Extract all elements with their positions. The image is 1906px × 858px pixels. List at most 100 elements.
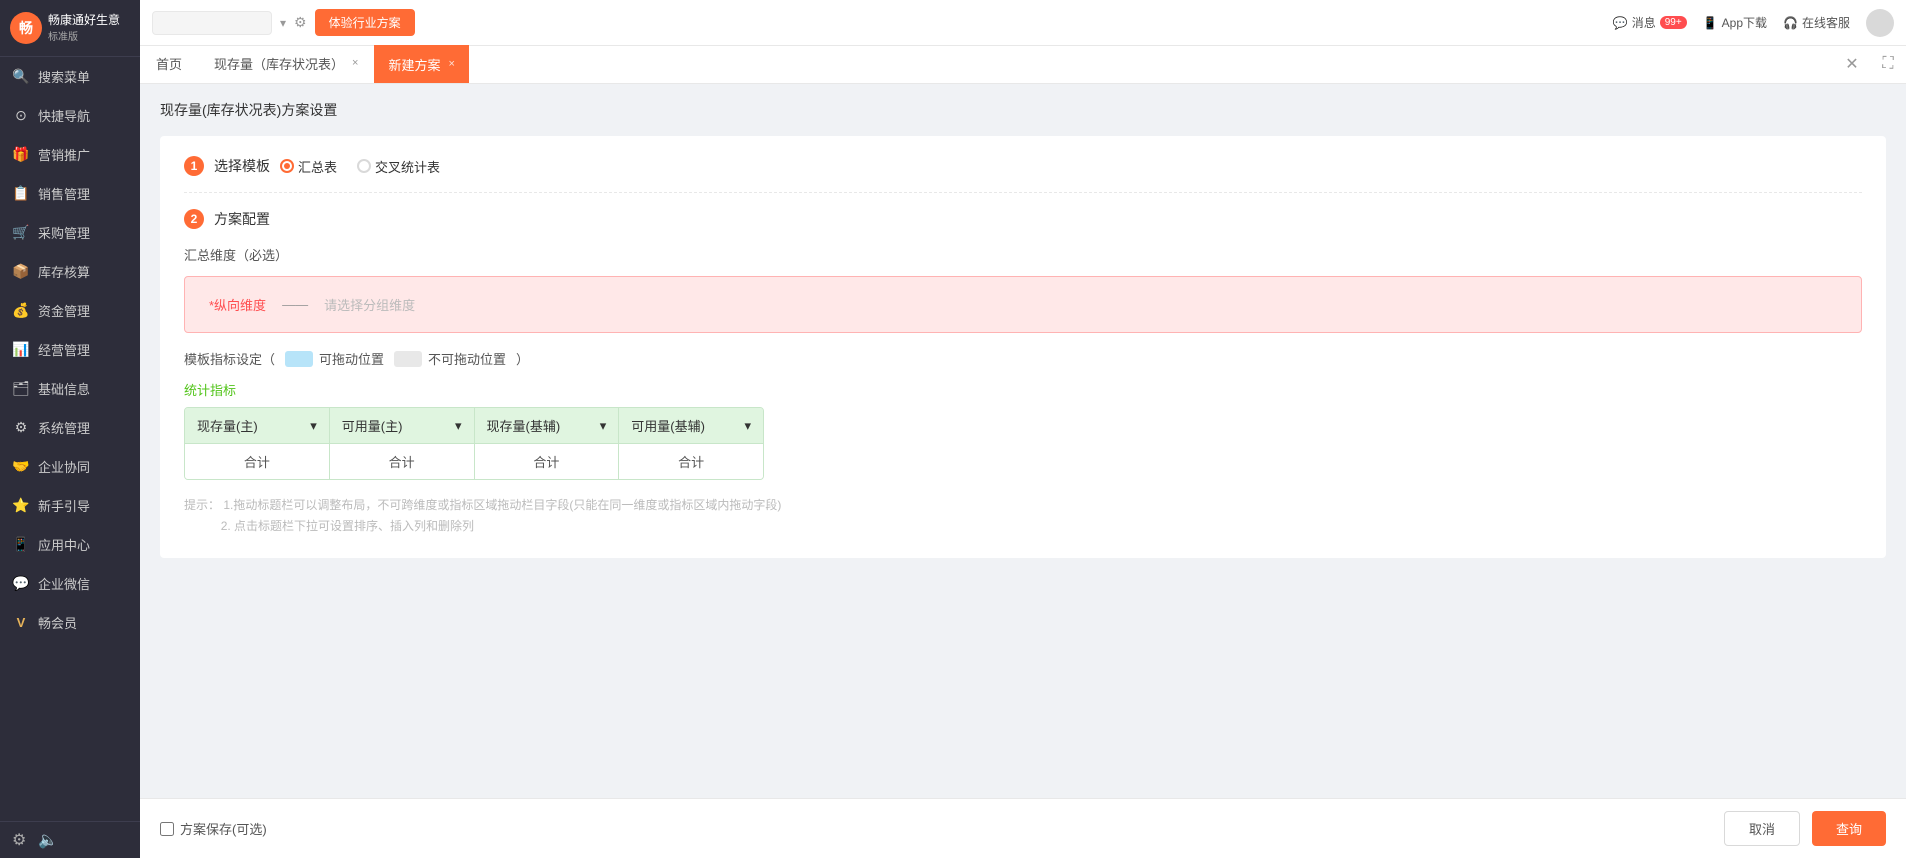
message-badge: 99+ [1660, 16, 1687, 29]
stats-col-1: 可用量(主) ▾ 合计 [330, 408, 475, 479]
save-checkbox[interactable] [160, 822, 174, 836]
sales-icon: 📋 [12, 185, 30, 203]
tab-new-scheme-close[interactable]: × [448, 58, 454, 70]
sidebar-item-operations[interactable]: 📊 经营管理 [0, 330, 140, 369]
template-settings-label: 模板指标设定（ [184, 349, 275, 368]
stats-col-3-body: 合计 [619, 444, 763, 479]
marketing-icon: 🎁 [12, 146, 30, 164]
main-content: ▾ ⚙ 体验行业方案 💬 消息 99+ 📱 App下载 🎧 在线客服 首页 [140, 0, 1906, 858]
app-download-btn[interactable]: 📱 App下载 [1703, 14, 1767, 31]
col-2-dropdown-icon[interactable]: ▾ [600, 418, 607, 434]
message-btn[interactable]: 💬 消息 99+ [1613, 14, 1687, 31]
online-service-btn[interactable]: 🎧 在线客服 [1783, 14, 1850, 31]
stats-table-header: 现存量(主) ▾ 合计 可用量(主) ▾ 合计 [185, 408, 763, 479]
sidebar-search[interactable]: 🔍 搜索菜单 [0, 57, 140, 96]
radio-summary[interactable]: 汇总表 [280, 157, 337, 176]
tab-inventory-status[interactable]: 现存量（库存状况表） × [198, 45, 374, 83]
stats-col-3-header[interactable]: 可用量(基辅) ▾ [619, 408, 763, 444]
purchase-icon: 🛒 [12, 224, 30, 242]
col-1-dropdown-icon[interactable]: ▾ [455, 418, 462, 434]
tab-new-scheme[interactable]: 新建方案 × [374, 45, 468, 83]
tabs-bar: 首页 现存量（库存状况表） × 新建方案 × ✕ ⛶ [140, 46, 1906, 84]
cancel-button[interactable]: 取消 [1724, 811, 1800, 846]
sidebar: 畅 畅康通好生意 标准版 🔍 搜索菜单 ⊙ 快捷导航 🎁 营销推广 📋 销售管理… [0, 0, 140, 858]
topbar-right: 💬 消息 99+ 📱 App下载 🎧 在线客服 [1613, 9, 1894, 37]
step2-badge: 2 [184, 209, 204, 229]
sidebar-nav: 🔍 搜索菜单 ⊙ 快捷导航 🎁 营销推广 📋 销售管理 🛒 采购管理 📦 库存核… [0, 57, 140, 821]
sidebar-item-inventory[interactable]: 📦 库存核算 [0, 252, 140, 291]
stats-col-3: 可用量(基辅) ▾ 合计 [619, 408, 763, 479]
topbar: ▾ ⚙ 体验行业方案 💬 消息 99+ 📱 App下载 🎧 在线客服 [140, 0, 1906, 46]
quick-nav-icon: ⊙ [12, 107, 30, 125]
footer-save-area: 方案保存(可选) [160, 819, 267, 838]
tab-inventory-close[interactable]: × [352, 57, 358, 69]
step1-badge: 1 [184, 156, 204, 176]
new-guide-icon: ⭐ [12, 497, 30, 515]
tab-expand-controls: ✕ ⛶ [1834, 45, 1906, 83]
col-0-dropdown-icon[interactable]: ▾ [310, 418, 317, 434]
not-draggable-box [394, 351, 422, 367]
tab-expand-btn[interactable]: ⛶ [1870, 45, 1906, 83]
sidebar-item-purchase[interactable]: 🛒 采购管理 [0, 213, 140, 252]
not-draggable-legend: 不可拖动位置 [394, 349, 506, 368]
tab-home[interactable]: 首页 [140, 45, 198, 83]
settings-bottom-icon[interactable]: ⚙ [12, 830, 26, 850]
footer-buttons: 取消 查询 [1724, 811, 1886, 846]
radio-cross[interactable]: 交叉统计表 [357, 157, 440, 176]
step2-title: 方案配置 [214, 209, 270, 229]
draggable-box [285, 351, 313, 367]
stats-col-2-body: 合计 [475, 444, 619, 479]
sidebar-item-system[interactable]: ⚙ 系统管理 [0, 408, 140, 447]
stats-col-0-header[interactable]: 现存量(主) ▾ [185, 408, 329, 444]
message-icon: 💬 [1613, 16, 1628, 30]
topbar-dropdown-arrow[interactable]: ▾ [280, 16, 286, 30]
sidebar-item-finance[interactable]: 💰 资金管理 [0, 291, 140, 330]
logo-icon: 畅 [10, 12, 42, 44]
stats-col-2: 现存量(基辅) ▾ 合计 [475, 408, 620, 479]
dimension-row[interactable]: *纵向维度 —— 请选择分组维度 [184, 276, 1862, 333]
sidebar-logo: 畅 畅康通好生意 标准版 [0, 0, 140, 57]
step2-header: 2 方案配置 [184, 209, 1862, 229]
summary-dimension-label: 汇总维度（必选） [184, 245, 1862, 264]
phone-icon: 📱 [1703, 16, 1718, 30]
query-button[interactable]: 查询 [1812, 811, 1886, 846]
divider-1 [184, 192, 1862, 193]
page-content: 现存量(库存状况表)方案设置 1 选择模板 汇总表 交叉统计表 [140, 84, 1906, 798]
hint-block: 提示： 1.拖动标题栏可以调整布局，不可跨维度或指标区域拖动栏目字段(只能在同一… [184, 496, 1862, 534]
tab-collapse-btn[interactable]: ✕ [1834, 45, 1870, 83]
col-3-dropdown-icon[interactable]: ▾ [744, 418, 751, 434]
radio-cross-dot [357, 159, 371, 173]
topbar-gear-icon[interactable]: ⚙ [294, 14, 307, 31]
radio-summary-dot [280, 159, 294, 173]
template-radio-group: 汇总表 交叉统计表 [280, 157, 440, 176]
sidebar-item-sales[interactable]: 📋 销售管理 [0, 174, 140, 213]
hint-2: 2. 点击标题栏下拉可设置排序、插入列和删除列 [184, 517, 1862, 534]
inventory-icon: 📦 [12, 263, 30, 281]
experience-btn[interactable]: 体验行业方案 [315, 9, 415, 36]
topbar-search-input[interactable] [152, 11, 272, 35]
sidebar-item-member[interactable]: V 畅会员 [0, 603, 140, 642]
sidebar-item-basic[interactable]: 🗂 基础信息 [0, 369, 140, 408]
wechat-icon: 💬 [12, 575, 30, 593]
sidebar-item-app-center[interactable]: 📱 应用中心 [0, 525, 140, 564]
sidebar-item-quick-nav[interactable]: ⊙ 快捷导航 [0, 96, 140, 135]
stats-col-1-body: 合计 [330, 444, 474, 479]
sidebar-item-cooperation[interactable]: 🤝 企业协同 [0, 447, 140, 486]
sidebar-bottom: ⚙ 🔈 [0, 821, 140, 858]
stats-table: 现存量(主) ▾ 合计 可用量(主) ▾ 合计 [184, 407, 764, 480]
template-settings-suffix: ） [516, 349, 529, 368]
stats-col-1-header[interactable]: 可用量(主) ▾ [330, 408, 474, 444]
step1-header: 1 选择模板 汇总表 交叉统计表 [184, 156, 1862, 176]
sidebar-item-marketing[interactable]: 🎁 营销推广 [0, 135, 140, 174]
stats-col-2-header[interactable]: 现存量(基辅) ▾ [475, 408, 619, 444]
hint-1: 提示： 1.拖动标题栏可以调整布局，不可跨维度或指标区域拖动栏目字段(只能在同一… [184, 496, 1862, 513]
sidebar-item-new-guide[interactable]: ⭐ 新手引导 [0, 486, 140, 525]
logo-text: 畅康通好生意 标准版 [48, 13, 120, 44]
user-avatar[interactable] [1866, 9, 1894, 37]
audio-icon[interactable]: 🔈 [38, 830, 58, 850]
footer: 方案保存(可选) 取消 查询 [140, 798, 1906, 858]
sidebar-item-wechat[interactable]: 💬 企业微信 [0, 564, 140, 603]
headset-icon: 🎧 [1783, 16, 1798, 30]
indicator-settings: 模板指标设定（ 可拖动位置 不可拖动位置 ） [184, 349, 1862, 368]
system-icon: ⚙ [12, 419, 30, 437]
